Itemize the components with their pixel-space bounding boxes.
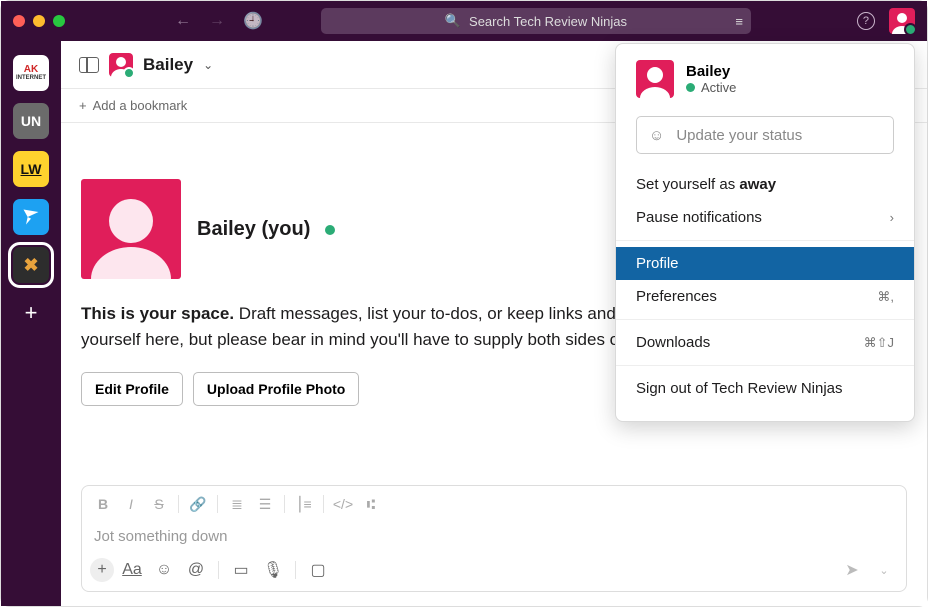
status-placeholder: Update your status: [676, 127, 802, 144]
emoji-icon: ☺: [649, 127, 664, 144]
upload-photo-button[interactable]: Upload Profile Photo: [193, 372, 359, 406]
mention-icon[interactable]: @: [182, 557, 210, 583]
bold-icon[interactable]: B: [90, 492, 116, 516]
channel-avatar-icon: [109, 53, 133, 77]
downloads-shortcut: ⌘⇧J: [864, 335, 894, 351]
composer-actions: + Aa ☺ @ ▭ 🎙 ▢ ➤ ⌄: [82, 553, 906, 591]
send-icon[interactable]: ➤: [838, 557, 866, 583]
status-input[interactable]: ☺ Update your status: [636, 116, 894, 154]
chevron-right-icon: ›: [890, 210, 894, 225]
hero-name: Bailey (you): [197, 218, 310, 240]
format-toolbar: B I S 🔗 ≣ ☰ ⎮≡ </> ⑆: [82, 486, 906, 522]
ordered-list-icon[interactable]: ≣: [224, 492, 250, 516]
history-nav: ← → 🕘: [175, 11, 263, 31]
search-icon: 🔍: [445, 13, 461, 29]
profile-item[interactable]: Profile: [616, 247, 914, 280]
add-workspace-button[interactable]: +: [13, 295, 49, 331]
workspace-item[interactable]: UN: [13, 103, 49, 139]
plus-icon: +: [79, 98, 87, 113]
history-icon[interactable]: 🕘: [243, 11, 263, 31]
split-view-icon[interactable]: [79, 57, 99, 73]
profile-avatar: [81, 179, 181, 279]
search-placeholder: Search Tech Review Ninjas: [469, 14, 627, 29]
strike-icon[interactable]: S: [146, 492, 172, 516]
close-window-icon[interactable]: [13, 15, 25, 27]
chevron-down-icon[interactable]: ⌄: [203, 58, 213, 72]
preferences-item[interactable]: Preferences ⌘,: [616, 280, 914, 313]
codeblock-icon[interactable]: ⑆: [358, 492, 384, 516]
hero-blurb-bold: This is your space.: [81, 304, 234, 323]
italic-icon[interactable]: I: [118, 492, 144, 516]
maximize-window-icon[interactable]: [53, 15, 65, 27]
workspace-item[interactable]: AKINTERNET: [13, 55, 49, 91]
top-bar: ← → 🕘 🔍 Search Tech Review Ninjas ≡ ?: [1, 1, 927, 41]
menu-avatar-icon: [636, 60, 674, 98]
user-avatar-button[interactable]: [889, 8, 915, 34]
pause-notifications-item[interactable]: Pause notifications ›: [616, 201, 914, 234]
link-icon[interactable]: 🔗: [185, 492, 211, 516]
formatting-toggle-icon[interactable]: Aa: [118, 557, 146, 583]
filter-icon[interactable]: ≡: [735, 14, 743, 29]
edit-profile-button[interactable]: Edit Profile: [81, 372, 183, 406]
workspace-item[interactable]: [13, 199, 49, 235]
blockquote-icon[interactable]: ⎮≡: [291, 492, 317, 516]
attach-plus-icon[interactable]: +: [90, 558, 114, 582]
workspace-item[interactable]: LW: [13, 151, 49, 187]
workspace-rail: AKINTERNET UN LW ✖ +: [1, 41, 61, 606]
presence-dot-icon: [325, 225, 335, 235]
message-composer: B I S 🔗 ≣ ☰ ⎮≡ </> ⑆ Jot something down: [81, 485, 907, 592]
search-input[interactable]: 🔍 Search Tech Review Ninjas ≡: [321, 8, 751, 34]
code-icon[interactable]: </>: [330, 492, 356, 516]
user-menu: Bailey Active ☺ Update your status Set y…: [615, 43, 915, 422]
workspace-item-active[interactable]: ✖: [13, 247, 49, 283]
shortcuts-icon[interactable]: ▢: [304, 557, 332, 583]
sign-out-item[interactable]: Sign out of Tech Review Ninjas: [616, 372, 914, 405]
window-controls: [13, 15, 65, 27]
back-icon[interactable]: ←: [175, 12, 191, 30]
minimize-window-icon[interactable]: [33, 15, 45, 27]
composer-input[interactable]: Jot something down: [82, 522, 906, 553]
downloads-item[interactable]: Downloads ⌘⇧J: [616, 326, 914, 359]
video-icon[interactable]: ▭: [227, 557, 255, 583]
send-options-icon[interactable]: ⌄: [870, 557, 898, 583]
help-icon[interactable]: ?: [857, 12, 875, 30]
audio-icon[interactable]: 🎙: [259, 557, 287, 583]
preferences-shortcut: ⌘,: [877, 289, 894, 305]
channel-title[interactable]: Bailey: [143, 55, 193, 75]
bookmark-label: Add a bookmark: [93, 98, 188, 113]
forward-icon[interactable]: →: [209, 12, 225, 30]
set-away-item[interactable]: Set yourself as away: [616, 168, 914, 201]
emoji-icon[interactable]: ☺: [150, 557, 178, 583]
menu-user-name: Bailey: [686, 63, 736, 80]
menu-presence: Active: [686, 80, 736, 95]
bullet-list-icon[interactable]: ☰: [252, 492, 278, 516]
